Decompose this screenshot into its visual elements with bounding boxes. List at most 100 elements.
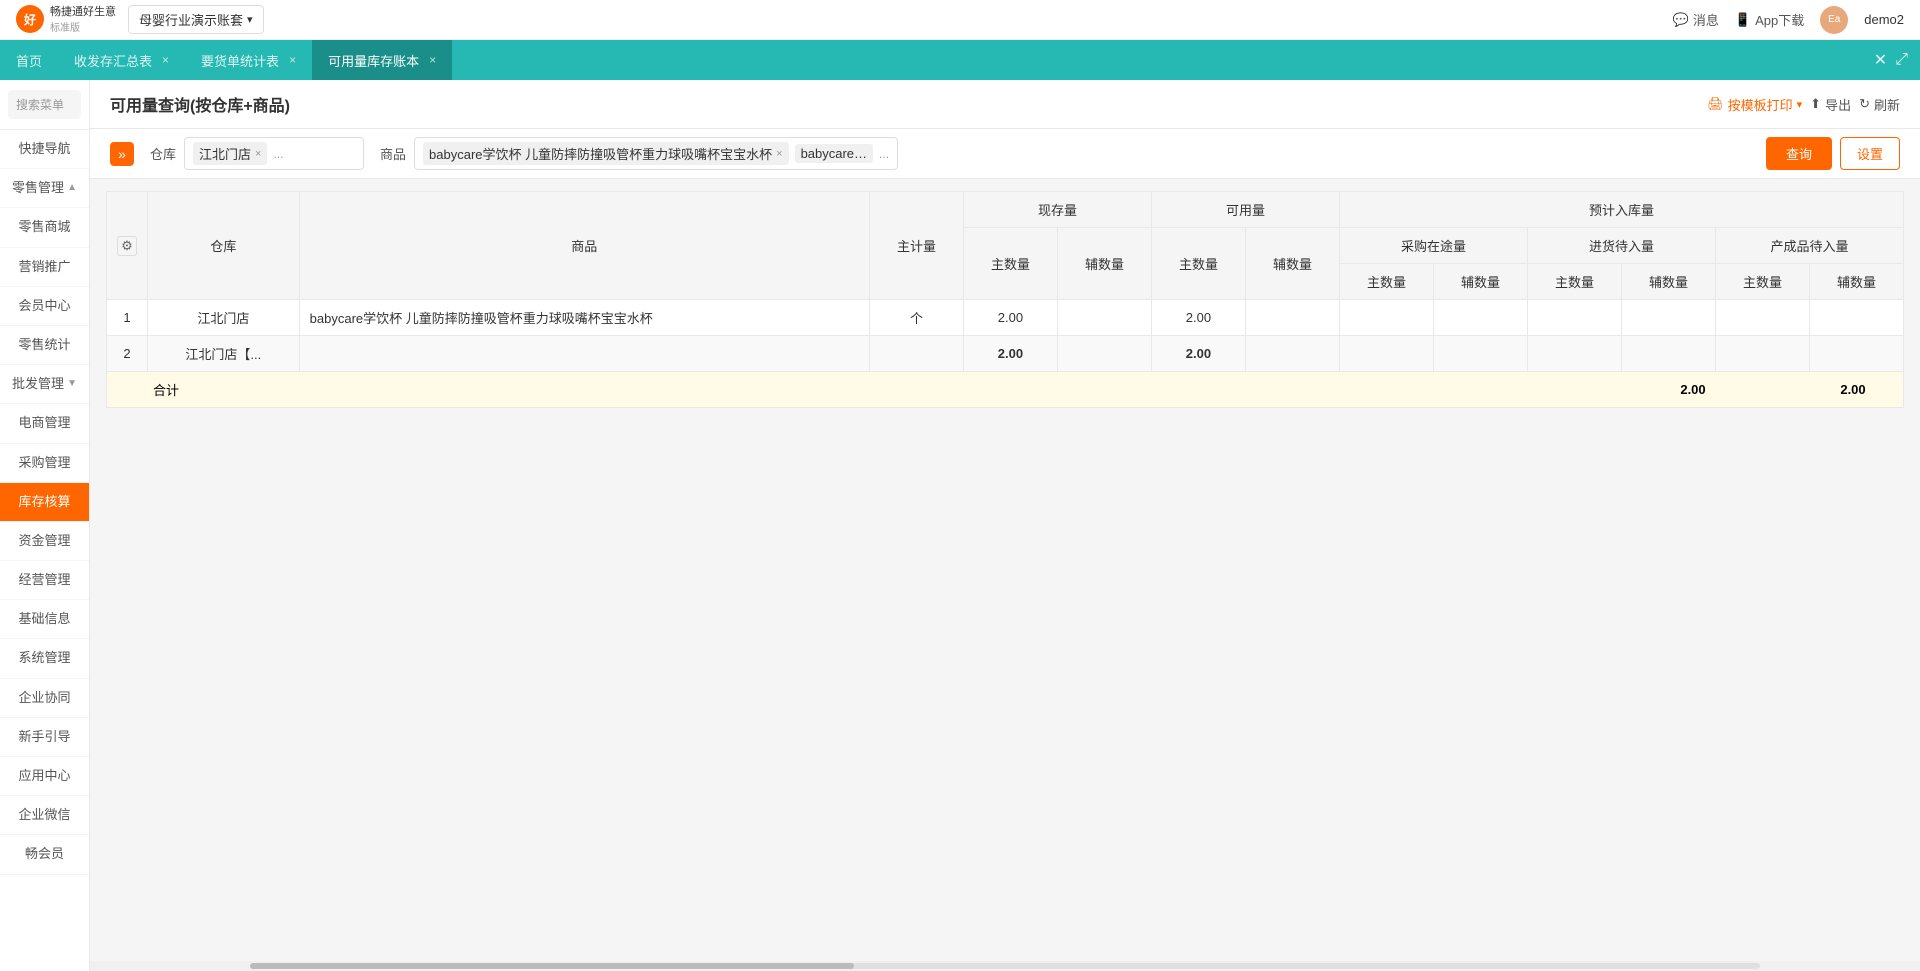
wechat-label: 企业微信: [18, 807, 70, 822]
row2-avail-main: 2.00: [1151, 336, 1245, 372]
sidebar-search-area: 搜索菜单: [0, 80, 89, 130]
scrollbar-thumb[interactable]: [250, 963, 854, 969]
sidebar-item-basics[interactable]: 基础信息: [0, 600, 89, 639]
inventory-table: ⚙ 仓库 商品 主计量 现存量 可用量 预计入库量 主数量 辅数量 主数量 辅数…: [106, 191, 1904, 372]
product-tag-2-text: babycare…: [801, 146, 867, 161]
row1-pur-main: [1339, 300, 1433, 336]
sidebar-item-enterprise[interactable]: 企业协同: [0, 679, 89, 718]
warehouse-more[interactable]: ...: [273, 147, 283, 161]
app-download-button[interactable]: 📱 App下载: [1735, 10, 1804, 29]
newbie-label: 新手引导: [18, 729, 70, 744]
sidebar-item-system[interactable]: 系统管理: [0, 639, 89, 678]
purchase-label: 采购管理: [18, 455, 70, 470]
th-available-group: 可用量: [1151, 192, 1339, 228]
chevron-icon: ▲: [67, 181, 77, 195]
tab-home[interactable]: 首页: [0, 40, 58, 80]
sidebar-item-wholesale[interactable]: 批发管理 ▼: [0, 365, 89, 404]
th-purchase-sub: 采购在途量: [1339, 228, 1527, 264]
sidebar-item-retail-mgmt[interactable]: 零售管理 ▲: [0, 169, 89, 208]
home-tab-label: 首页: [16, 51, 42, 70]
export-button[interactable]: ⬆ 导出: [1810, 95, 1851, 114]
row1-prod-aux: [1809, 300, 1903, 336]
sidebar-item-purchase[interactable]: 采购管理: [0, 444, 89, 483]
row2-prod-aux: [1809, 336, 1903, 372]
message-button[interactable]: 💬 消息: [1673, 10, 1719, 29]
product-tag-1-close[interactable]: ×: [776, 148, 782, 160]
sidebar-item-ecommerce[interactable]: 电商管理: [0, 404, 89, 443]
sidebar-item-wechat[interactable]: 企业微信: [0, 796, 89, 835]
export-label: 导出: [1825, 95, 1851, 114]
row1-inc-aux: [1621, 300, 1715, 336]
sidebar-item-member[interactable]: 会员中心: [0, 287, 89, 326]
refresh-button[interactable]: ↻ 刷新: [1859, 95, 1900, 114]
column-settings-icon[interactable]: ⚙: [117, 236, 137, 256]
order-stats-tab-close[interactable]: ×: [289, 53, 296, 67]
inventory-mgmt-label: 库存核算: [18, 494, 70, 509]
warehouse-filter-group: 仓库 江北门店 × ...: [150, 137, 364, 170]
template-print-button[interactable]: 🖨 按模板打印 ▾: [1707, 95, 1802, 114]
query-button[interactable]: 查询: [1766, 137, 1832, 170]
horizontal-scrollbar[interactable]: [90, 961, 1920, 971]
sidebar-item-marketing[interactable]: 营销推广: [0, 248, 89, 287]
table-row: 2 江北门店【... 2.00 2.00: [107, 336, 1904, 372]
expand-icon[interactable]: ⤢: [1895, 51, 1908, 69]
warehouse-input[interactable]: 江北门店 × ...: [184, 137, 364, 170]
tab-inventory[interactable]: 可用量库存账本 ×: [312, 40, 452, 80]
row2-stock-main: 2.00: [963, 336, 1057, 372]
table-row: 1 江北门店 babycare学饮杯 儿童防摔防撞吸管杯重力球吸嘴杯宝宝水杯 个…: [107, 300, 1904, 336]
tab-cashflow[interactable]: 收发存汇总表 ×: [58, 40, 185, 80]
sidebar-item-retail-stats[interactable]: 零售统计: [0, 326, 89, 365]
filter-actions: 查询 设置: [1766, 137, 1900, 170]
th-planned-group: 预计入库量: [1339, 192, 1903, 228]
chevron-down-icon-template: ▾: [1797, 98, 1803, 111]
industry-selector[interactable]: 母婴行业演示账套 ▾: [128, 5, 264, 34]
page-header: 可用量查询(按仓库+商品) 🖨 按模板打印 ▾ ⬆ 导出 ↻ 刷新: [90, 80, 1920, 129]
product-filter-group: 商品 babycare学饮杯 儿童防摔防撞吸管杯重力球吸嘴杯宝宝水杯 × bab…: [380, 137, 898, 170]
row1-stock-main: 2.00: [963, 300, 1057, 336]
sidebar-item-vip[interactable]: 畅会员: [0, 835, 89, 874]
avatar[interactable]: Ea: [1820, 6, 1848, 34]
th-inc-aux: 辅数量: [1621, 264, 1715, 300]
row2-warehouse: 江北门店【...: [148, 336, 300, 372]
filter-expand-button[interactable]: »: [110, 142, 134, 166]
product-more[interactable]: ...: [879, 147, 889, 161]
sidebar-item-finance[interactable]: 资金管理: [0, 522, 89, 561]
sidebar-item-retail-mall[interactable]: 零售商城: [0, 208, 89, 247]
row1-warehouse: 江北门店: [148, 300, 300, 336]
footer-stock-main: 2.00: [1653, 382, 1733, 397]
row2-avail-aux: [1245, 336, 1339, 372]
member-label: 会员中心: [18, 298, 70, 313]
operations-label: 经营管理: [18, 572, 70, 587]
row2-pur-aux: [1433, 336, 1527, 372]
product-input[interactable]: babycare学饮杯 儿童防摔防撞吸管杯重力球吸嘴杯宝宝水杯 × babyca…: [414, 137, 898, 170]
refresh-label: 刷新: [1874, 95, 1900, 114]
quick-nav-label: 快捷导航: [18, 141, 70, 156]
logo-subtitle: 标准版: [50, 19, 116, 34]
sidebar-item-operations[interactable]: 经营管理: [0, 561, 89, 600]
close-window-icon[interactable]: ✕: [1874, 50, 1887, 70]
settings-button[interactable]: 设置: [1840, 137, 1900, 170]
page-title: 可用量查询(按仓库+商品): [110, 92, 290, 116]
cashflow-tab-close[interactable]: ×: [162, 53, 169, 67]
main-layout: 搜索菜单 快捷导航 零售管理 ▲ 零售商城 营销推广 会员中心 零售统计 批发管…: [0, 80, 1920, 971]
row2-product: [299, 336, 869, 372]
sidebar-item-quick-nav[interactable]: 快捷导航: [0, 130, 89, 169]
app-label: App下载: [1755, 10, 1804, 29]
sidebar-item-newbie[interactable]: 新手引导: [0, 718, 89, 757]
row2-inc-main: [1527, 336, 1621, 372]
row1-num: 1: [107, 300, 148, 336]
th-prod-main: 主数量: [1715, 264, 1809, 300]
export-icon: ⬆: [1810, 96, 1821, 112]
tab-bar-actions: ✕ ⤢: [1874, 50, 1920, 70]
inventory-tab-close[interactable]: ×: [429, 53, 436, 67]
filter-bar: » 仓库 江北门店 × ... 商品 babycare学饮杯 儿童防摔防撞吸管杯…: [90, 129, 1920, 179]
warehouse-tag-close[interactable]: ×: [255, 148, 261, 160]
row1-inc-main: [1527, 300, 1621, 336]
th-stock-group: 现存量: [963, 192, 1151, 228]
search-menu-button[interactable]: 搜索菜单: [8, 90, 81, 119]
tab-order-stats[interactable]: 要货单统计表 ×: [185, 40, 312, 80]
sidebar-item-inventory-mgmt[interactable]: 库存核算: [0, 483, 89, 522]
sidebar-item-app-center[interactable]: 应用中心: [0, 757, 89, 796]
footer-avail-main: 2.00: [1813, 382, 1893, 397]
th-stock-main: 主数量: [963, 228, 1057, 300]
